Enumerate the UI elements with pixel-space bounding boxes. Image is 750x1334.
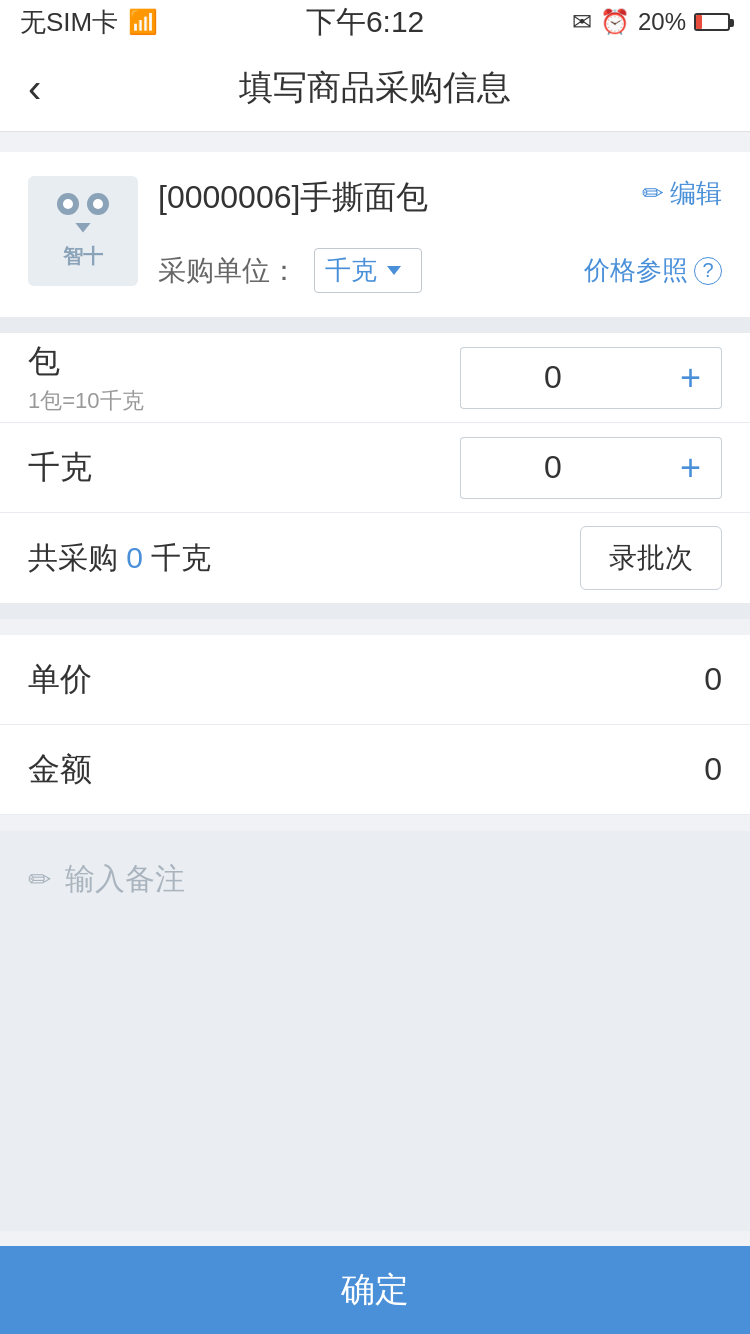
bag-unit-note: 1包=10千克 (28, 386, 168, 416)
owl-beak (75, 223, 91, 233)
status-right: ✉ ⏰ 20% (572, 8, 730, 36)
notes-placeholder-text: 输入备注 (65, 859, 185, 900)
bag-input-wrap: + (168, 347, 722, 409)
location-icon: ✉ (572, 8, 592, 36)
confirm-label: 确定 (341, 1267, 409, 1313)
summary-row: 共采购 0 千克 录批次 (0, 513, 750, 603)
product-info: [0000006]手撕面包 ✏ 编辑 采购单位： 千克 价格参照 ? (158, 176, 722, 293)
bag-label: 包 (28, 340, 168, 384)
help-icon: ? (694, 257, 722, 285)
bag-quantity-input[interactable] (460, 347, 660, 409)
alarm-icon: ⏰ (600, 8, 630, 36)
dropdown-arrow-icon (387, 266, 401, 275)
battery-percent: 20% (638, 8, 686, 36)
product-logo: 智十 (43, 191, 123, 271)
kg-quantity-input[interactable] (460, 437, 660, 499)
owl-eyes (57, 193, 109, 215)
batch-button[interactable]: 录批次 (580, 526, 722, 590)
page-title: 填写商品采购信息 (239, 65, 511, 111)
time-label: 下午6:12 (306, 2, 424, 43)
nav-bar: ‹ 填写商品采购信息 (0, 44, 750, 132)
unit-value: 千克 (325, 253, 377, 288)
price-ref-button[interactable]: 价格参照 ? (584, 253, 722, 288)
price-section: 单价 0 金额 0 (0, 635, 750, 815)
confirm-button[interactable]: 确定 (0, 1246, 750, 1334)
status-bar: 无SIM卡 📶 下午6:12 ✉ ⏰ 20% (0, 0, 750, 44)
summary-text: 共采购 0 千克 (28, 538, 211, 579)
unit-price-row: 单价 0 (0, 635, 750, 725)
unit-select[interactable]: 千克 (314, 248, 422, 293)
bag-label-group: 包 1包=10千克 (28, 340, 168, 416)
kg-label-group: 千克 (28, 446, 168, 490)
battery-icon (694, 13, 730, 31)
product-card: 智十 [0000006]手撕面包 ✏ 编辑 采购单位： 千克 价格参照 ? (0, 152, 750, 317)
amount-label: 金额 (28, 748, 92, 792)
kg-input-row: 千克 + (0, 423, 750, 513)
back-button[interactable]: ‹ (28, 68, 41, 108)
product-image: 智十 (28, 176, 138, 286)
summary-amount: 0 (126, 541, 143, 574)
price-ref-label: 价格参照 (584, 253, 688, 288)
bag-plus-button[interactable]: + (660, 347, 722, 409)
notes-section[interactable]: ✏ 输入备注 (0, 831, 750, 1231)
kg-input-wrap: + (168, 437, 722, 499)
status-left: 无SIM卡 📶 (20, 5, 158, 40)
unit-row: 采购单位： 千克 (158, 248, 422, 293)
bag-input-row: 包 1包=10千克 + (0, 333, 750, 423)
owl-text: 智十 (63, 243, 103, 270)
carrier-label: 无SIM卡 (20, 5, 118, 40)
summary-prefix: 共采购 (28, 541, 118, 574)
pencil-icon: ✏ (28, 863, 51, 896)
unit-label: 采购单位： (158, 252, 298, 290)
input-section: 包 1包=10千克 + 千克 + (0, 333, 750, 513)
summary-unit: 千克 (151, 541, 211, 574)
kg-plus-button[interactable]: + (660, 437, 722, 499)
wifi-icon: 📶 (128, 8, 158, 36)
kg-label: 千克 (28, 446, 168, 490)
unit-price-value: 0 (704, 661, 722, 698)
divider-1 (0, 317, 750, 333)
edit-icon: ✏ (642, 178, 664, 209)
unit-price-label: 单价 (28, 658, 92, 702)
divider-2 (0, 603, 750, 619)
amount-value: 0 (704, 751, 722, 788)
product-name: [0000006]手撕面包 (158, 176, 428, 220)
amount-row: 金额 0 (0, 725, 750, 815)
edit-button[interactable]: ✏ 编辑 (642, 176, 722, 211)
notes-placeholder: ✏ 输入备注 (28, 859, 722, 900)
